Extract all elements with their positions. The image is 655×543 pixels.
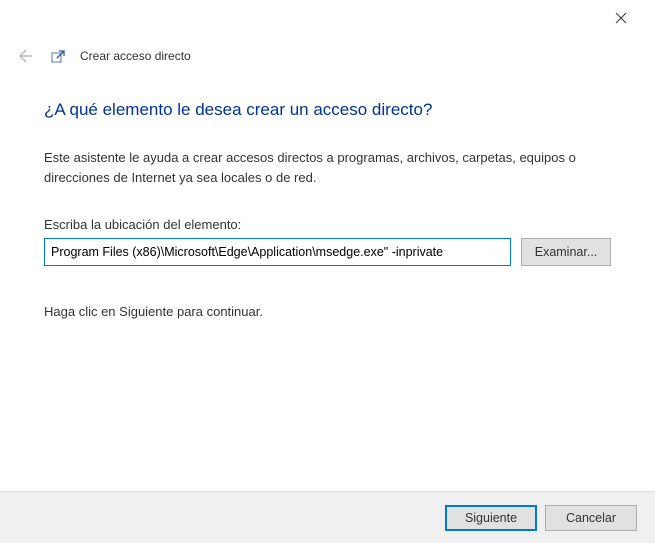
location-input[interactable] <box>44 238 511 266</box>
next-button[interactable]: Siguiente <box>445 505 537 531</box>
back-button <box>12 44 36 68</box>
header-row: Crear acceso directo <box>0 36 655 76</box>
input-row: Examinar... <box>44 238 611 266</box>
close-button[interactable] <box>605 4 637 32</box>
footer: Siguiente Cancelar <box>0 491 655 543</box>
description-text: Este asistente le ayuda a crear accesos … <box>44 148 611 187</box>
content-area: ¿A qué elemento le desea crear un acceso… <box>0 76 655 319</box>
continue-text: Haga clic en Siguiente para continuar. <box>44 304 611 319</box>
shortcut-icon <box>50 48 66 64</box>
titlebar <box>0 0 655 36</box>
back-arrow-icon <box>15 47 33 65</box>
cancel-button[interactable]: Cancelar <box>545 505 637 531</box>
location-label: Escriba la ubicación del elemento: <box>44 217 611 232</box>
close-icon <box>615 12 627 24</box>
browse-button[interactable]: Examinar... <box>521 238 611 266</box>
page-heading: ¿A qué elemento le desea crear un acceso… <box>44 100 611 120</box>
window-title: Crear acceso directo <box>80 49 191 63</box>
